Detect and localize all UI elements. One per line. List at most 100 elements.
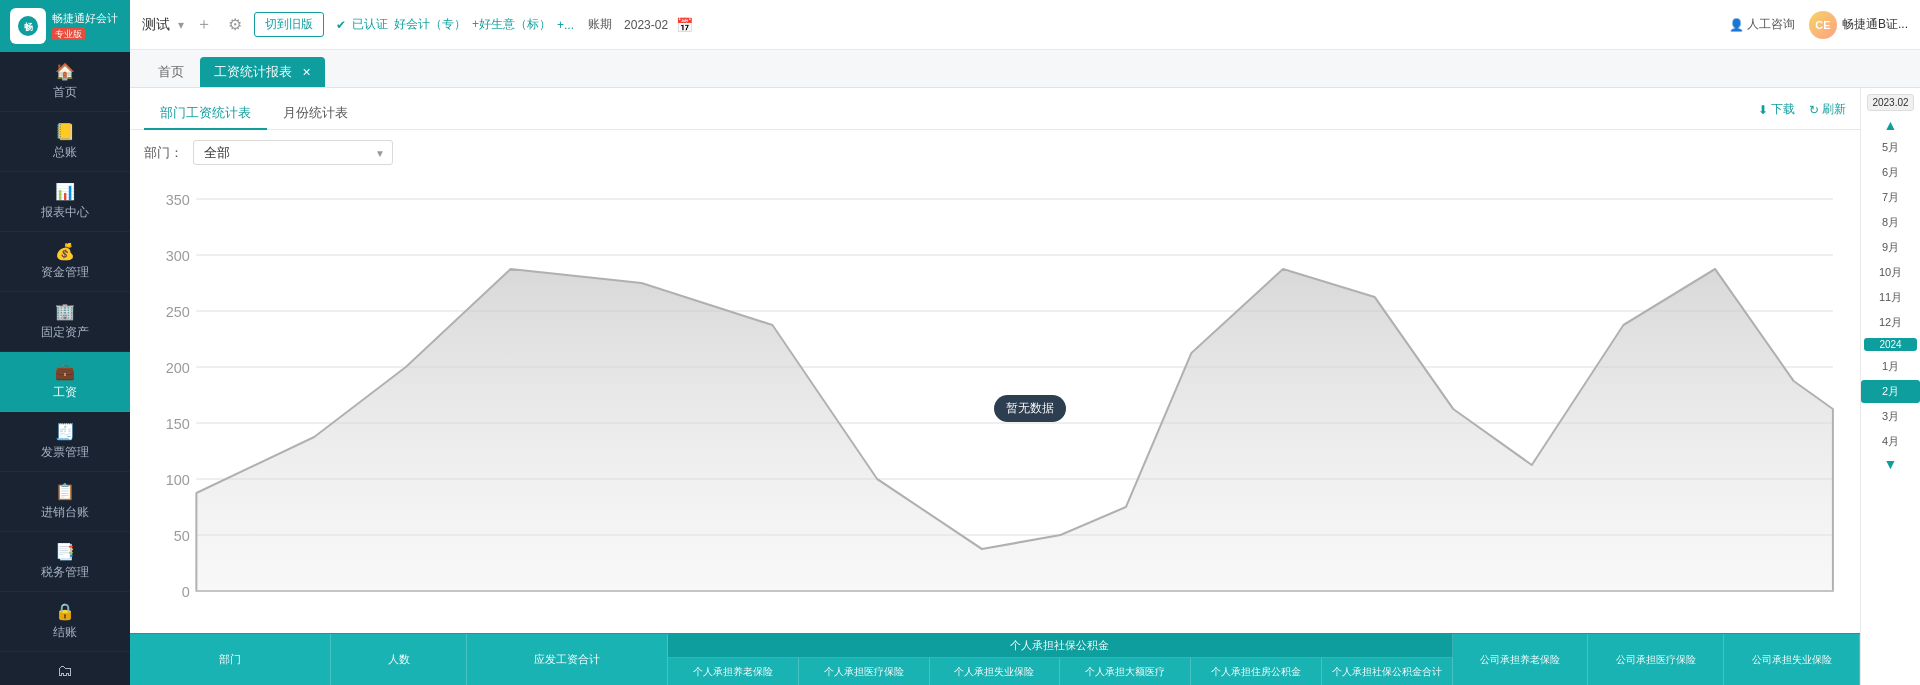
rp-month-12[interactable]: 12月 — [1861, 311, 1920, 334]
business-label: +好生意（标） — [472, 16, 551, 33]
refresh-button[interactable]: ↻ 刷新 — [1809, 101, 1846, 118]
topbar-settings-button[interactable]: ⚙ — [224, 15, 246, 34]
sidebar-item-label: 总账 — [53, 144, 77, 161]
sidebar-item-assets[interactable]: 🏢 固定资产 — [0, 292, 130, 352]
help-button[interactable]: 👤 人工咨询 — [1729, 16, 1795, 33]
sub-tab-monthly[interactable]: 月份统计表 — [267, 98, 364, 130]
th-company-pension: 公司承担养老保险 — [1453, 634, 1589, 685]
sidebar-item-home[interactable]: 🏠 首页 — [0, 52, 130, 112]
th-total-salary: 应发工资合计 — [467, 634, 668, 685]
dept-filter-label: 部门： — [144, 144, 183, 162]
calendar-icon[interactable]: 📅 — [676, 17, 693, 33]
table-header: 部门 人数 应发工资合计 个人承担社保公积金 个人承担养老保险 个人承担医疗保险… — [130, 633, 1860, 685]
rp-month-1[interactable]: 1月 — [1861, 355, 1920, 378]
sidebar-item-label: 工资 — [53, 384, 77, 401]
sidebar-item-label: 进销台账 — [41, 504, 89, 521]
svg-text:300: 300 — [166, 247, 190, 264]
topbar: 测试 ▾ ＋ ⚙ 切到旧版 ✔ 已认证 好会计（专） +好生意（标） +... … — [130, 0, 1920, 50]
topbar-title: 测试 — [142, 16, 170, 34]
svg-marker-18 — [196, 269, 1833, 591]
tab-home[interactable]: 首页 — [144, 57, 198, 87]
dept-select-wrap: 全部 财务部 销售部 技术部 行政部 — [193, 140, 393, 165]
tab-home-label: 首页 — [158, 64, 184, 79]
topbar-add-button[interactable]: ＋ — [192, 14, 216, 35]
sidebar-item-tax[interactable]: 📑 税务管理 — [0, 532, 130, 592]
topbar-dropdown-arrow[interactable]: ▾ — [178, 18, 184, 32]
svg-text:250: 250 — [166, 303, 190, 320]
svg-text:200: 200 — [166, 359, 190, 376]
chart-and-table: 部门工资统计表 月份统计表 ⬇ 下载 ↻ 刷新 — [130, 88, 1860, 685]
main: 测试 ▾ ＋ ⚙ 切到旧版 ✔ 已认证 好会计（专） +好生意（标） +... … — [130, 0, 1920, 685]
sidebar-item-archive[interactable]: 🗂 归档管理 — [0, 652, 130, 685]
sidebar: 畅 畅捷通好会计 专业版 🏠 首页 📒 总账 📊 报表中心 💰 资金管理 🏢 固… — [0, 0, 130, 685]
chart-svg: 350 300 250 200 150 100 50 0 — [144, 185, 1846, 633]
rp-month-4[interactable]: 4月 — [1861, 430, 1920, 453]
tab-close-button[interactable]: ✕ — [302, 66, 311, 78]
sidebar-item-label: 税务管理 — [41, 564, 89, 581]
chart-area: 350 300 250 200 150 100 50 0 — [130, 175, 1860, 633]
sub-tab-monthly-label: 月份统计表 — [283, 105, 348, 120]
download-button[interactable]: ⬇ 下载 — [1758, 101, 1795, 118]
rp-down-button[interactable]: ▼ — [1884, 456, 1898, 472]
sidebar-item-payroll[interactable]: 💼 工资 — [0, 352, 130, 412]
archive-icon: 🗂 — [57, 662, 73, 680]
th-personal-big-medical: 个人承担大额医疗 — [1060, 658, 1191, 685]
sidebar-item-sales[interactable]: 📋 进销台账 — [0, 472, 130, 532]
rp-date-label: 2023.02 — [1867, 94, 1913, 111]
good-accounting-label: 好会计（专） — [394, 16, 466, 33]
help-label: 人工咨询 — [1747, 16, 1795, 33]
logo-icon: 畅 — [10, 8, 46, 44]
rp-month-11[interactable]: 11月 — [1861, 286, 1920, 309]
rp-month-2[interactable]: 2月 — [1861, 380, 1920, 403]
period-value: 2023-02 — [624, 18, 668, 32]
dept-select[interactable]: 全部 财务部 销售部 技术部 行政部 — [193, 140, 393, 165]
sub-tabs: 部门工资统计表 月份统计表 ⬇ 下载 ↻ 刷新 — [130, 88, 1860, 130]
more-label: +... — [557, 18, 574, 32]
sub-tab-dept[interactable]: 部门工资统计表 — [144, 98, 267, 130]
sidebar-item-invoice[interactable]: 🧾 发票管理 — [0, 412, 130, 472]
th-group-cols: 个人承担养老保险 个人承担医疗保险 个人承担失业保险 个人承担大额医疗 个人承担… — [668, 658, 1453, 685]
sub-tabs-left: 部门工资统计表 月份统计表 — [144, 98, 364, 129]
th-company-medical: 公司承担医疗保险 — [1588, 634, 1724, 685]
rp-month-5[interactable]: 5月 — [1861, 136, 1920, 159]
rp-up-button[interactable]: ▲ — [1884, 117, 1898, 133]
content-area: 部门工资统计表 月份统计表 ⬇ 下载 ↻ 刷新 — [130, 88, 1920, 685]
certified-label: 已认证 — [352, 16, 388, 33]
svg-text:50: 50 — [174, 527, 190, 544]
sidebar-nav: 🏠 首页 📒 总账 📊 报表中心 💰 资金管理 🏢 固定资产 💼 工资 🧾 发票… — [0, 52, 130, 685]
topbar-right: 👤 人工咨询 CE 畅捷通B证... — [1729, 11, 1908, 39]
rp-month-9[interactable]: 9月 — [1861, 236, 1920, 259]
sidebar-item-label: 发票管理 — [41, 444, 89, 461]
th-personal-housing: 个人承担住房公积金 — [1191, 658, 1322, 685]
home-icon: 🏠 — [55, 62, 75, 81]
sidebar-item-label: 首页 — [53, 84, 77, 101]
th-count: 人数 — [331, 634, 467, 685]
sidebar-item-close[interactable]: 🔒 结账 — [0, 592, 130, 652]
sidebar-item-reports[interactable]: 📊 报表中心 — [0, 172, 130, 232]
sidebar-item-ledger[interactable]: 📒 总账 — [0, 112, 130, 172]
download-icon: ⬇ — [1758, 103, 1768, 117]
certified-icon: ✔ — [336, 18, 346, 32]
svg-text:0: 0 — [182, 583, 190, 600]
sub-tabs-right: ⬇ 下载 ↻ 刷新 — [1758, 101, 1846, 126]
switch-to-old-button[interactable]: 切到旧版 — [254, 12, 324, 37]
svg-text:畅: 畅 — [24, 22, 33, 32]
rp-month-6[interactable]: 6月 — [1861, 161, 1920, 184]
rp-month-7[interactable]: 7月 — [1861, 186, 1920, 209]
help-icon: 👤 — [1729, 18, 1744, 32]
user-name: 畅捷通B证... — [1842, 16, 1908, 33]
topbar-status: ✔ 已认证 好会计（专） +好生意（标） +... — [336, 16, 574, 33]
tax-icon: 📑 — [55, 542, 75, 561]
tab-payroll-stats[interactable]: 工资统计报表 ✕ — [200, 57, 325, 87]
user-menu[interactable]: CE 畅捷通B证... — [1809, 11, 1908, 39]
sidebar-item-label: 结账 — [53, 624, 77, 641]
rp-month-3[interactable]: 3月 — [1861, 405, 1920, 428]
sidebar-item-funds[interactable]: 💰 资金管理 — [0, 232, 130, 292]
refresh-icon: ↻ — [1809, 103, 1819, 117]
right-panel: 2023.02 ▲ 5月 6月 7月 8月 9月 10月 11月 12月 202… — [1860, 88, 1920, 685]
th-dept: 部门 — [130, 634, 331, 685]
filter-row: 部门： 全部 财务部 销售部 技术部 行政部 — [130, 130, 1860, 175]
rp-month-10[interactable]: 10月 — [1861, 261, 1920, 284]
assets-icon: 🏢 — [55, 302, 75, 321]
rp-month-8[interactable]: 8月 — [1861, 211, 1920, 234]
